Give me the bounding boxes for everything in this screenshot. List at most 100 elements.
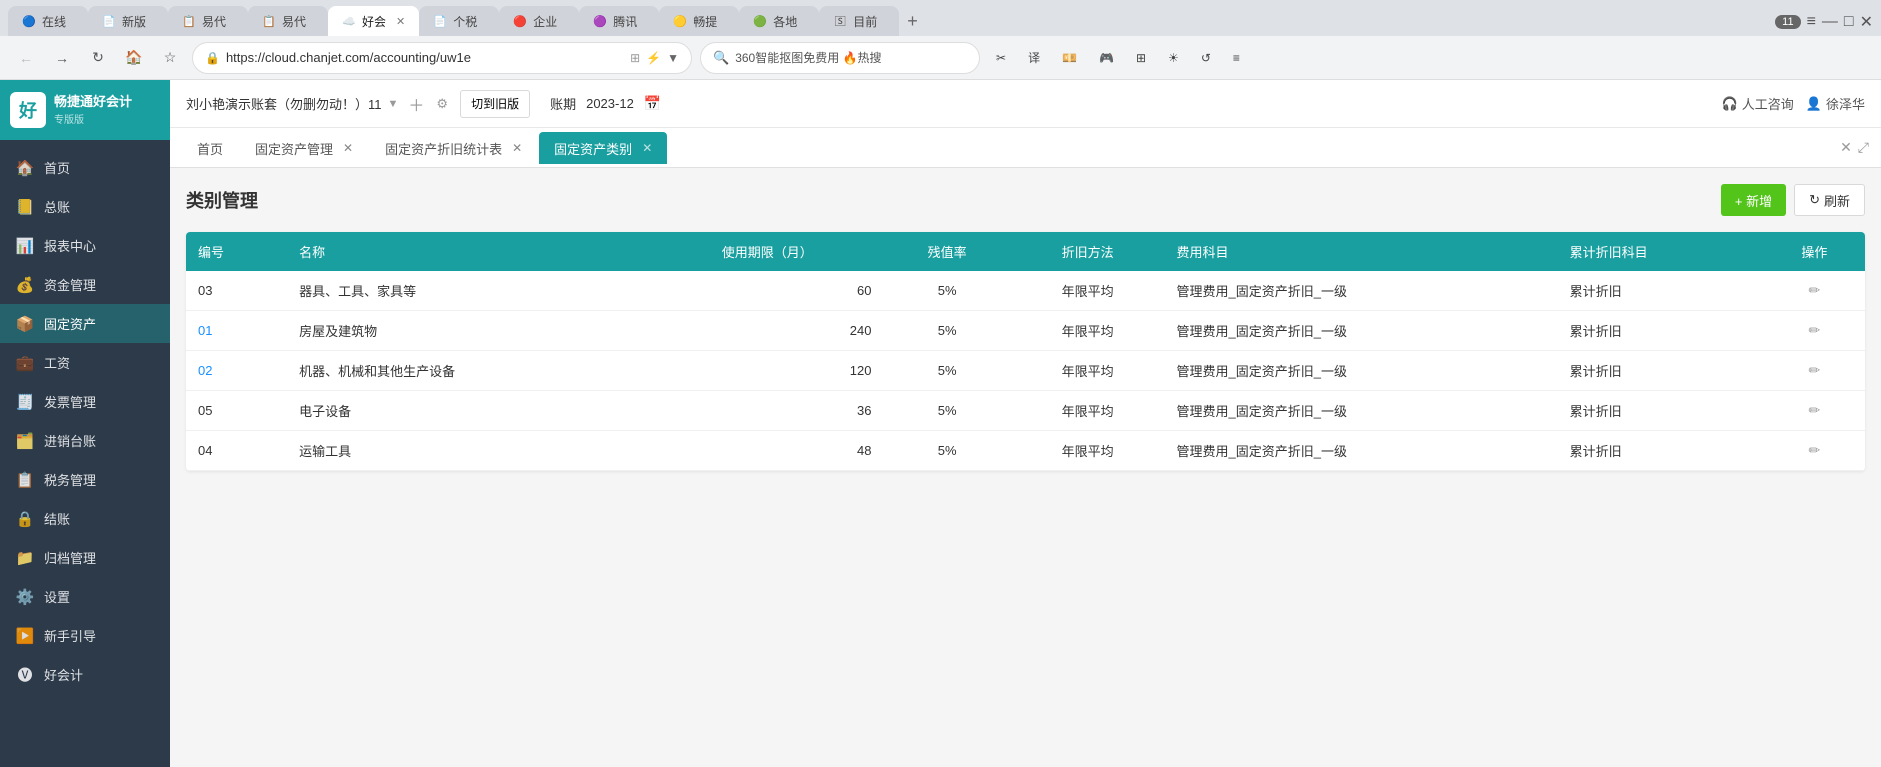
- browser-tab-2[interactable]: 📄 新版: [88, 6, 168, 36]
- edit-icon-2[interactable]: ✏: [1809, 362, 1821, 378]
- cell-expense-2: 管理费用_固定资产折旧_一级: [1165, 351, 1558, 391]
- tab-category-close[interactable]: ✕: [642, 141, 652, 155]
- browser-tab-4[interactable]: 📋 易代: [248, 6, 328, 36]
- sidebar-item-inventory[interactable]: 🗂️ 进销台账: [0, 421, 170, 460]
- sidebar-item-ledger[interactable]: 📒 总账: [0, 187, 170, 226]
- edit-icon-3[interactable]: ✏: [1809, 402, 1821, 418]
- grid-button[interactable]: ⊞: [1128, 44, 1154, 72]
- address-dropdown-icon[interactable]: ▼: [667, 51, 679, 65]
- switch-version-button[interactable]: 切到旧版: [460, 90, 530, 118]
- sidebar-item-reports[interactable]: 📊 报表中心: [0, 226, 170, 265]
- tab-favicon-6: 📄: [433, 14, 447, 28]
- forward-button[interactable]: →: [48, 44, 76, 72]
- translate-button[interactable]: 译: [1020, 44, 1048, 72]
- tab-depreciation[interactable]: 固定资产折旧统计表 ✕: [370, 132, 537, 164]
- settings-gear[interactable]: ⚙: [436, 96, 448, 112]
- tab-panel-close-icon[interactable]: ✕: [1840, 139, 1852, 156]
- browser-tab-3[interactable]: 📋 易代: [168, 6, 248, 36]
- menu-button[interactable]: ≡: [1225, 44, 1248, 72]
- page-header: 类别管理 + 新增 ↻ 刷新: [186, 184, 1865, 216]
- user-profile-action[interactable]: 👤 徐泽华: [1806, 94, 1865, 113]
- cell-method-1: 年限平均: [1011, 311, 1165, 351]
- edit-icon-0[interactable]: ✏: [1809, 282, 1821, 298]
- sidebar-item-guide[interactable]: ▶️ 新手引导: [0, 616, 170, 655]
- sidebar-item-tax[interactable]: 📋 税务管理: [0, 460, 170, 499]
- tab-close-5[interactable]: ✕: [396, 15, 405, 28]
- refresh-button[interactable]: ↻ 刷新: [1794, 184, 1865, 216]
- tab-menu-icon[interactable]: ≡: [1807, 13, 1816, 31]
- cell-action-3: ✏: [1764, 391, 1865, 431]
- consult-label: 人工咨询: [1742, 94, 1794, 113]
- sidebar-label-invoice: 发票管理: [44, 392, 96, 411]
- browser-tab-8[interactable]: 🟣 腾讯: [579, 6, 659, 36]
- user-info: 刘小艳演示账套（勿删勿动！）11 ▼ ＋: [186, 92, 424, 116]
- cell-action-2: ✏: [1764, 351, 1865, 391]
- new-tab-button[interactable]: +: [899, 6, 926, 36]
- sidebar-item-fixed-assets[interactable]: 📦 固定资产: [0, 304, 170, 343]
- browser-tab-5[interactable]: ☁️ 好会 ✕: [328, 6, 419, 36]
- tax-icon: 📋: [16, 471, 34, 489]
- sidebar-item-more[interactable]: 🅥 好会计: [0, 655, 170, 694]
- sidebar-item-home[interactable]: 🏠 首页: [0, 148, 170, 187]
- search-icon: 🔍: [713, 50, 729, 66]
- game-button[interactable]: 🎮: [1091, 44, 1122, 72]
- tab-depreciation-close[interactable]: ✕: [512, 141, 522, 155]
- cut-button[interactable]: ✂: [988, 44, 1014, 72]
- browser-tab-1[interactable]: 🔵 在线: [8, 6, 88, 36]
- browser-tab-10[interactable]: 🟢 各地: [739, 6, 819, 36]
- toolbar-actions: ✂ 译 💴 🎮 ⊞ ☀ ↺ ≡: [988, 44, 1248, 72]
- tab-favicon-3: 📋: [182, 14, 196, 28]
- reload-button[interactable]: ↻: [84, 44, 112, 72]
- address-bar[interactable]: 🔒 https://cloud.chanjet.com/accounting/u…: [192, 42, 692, 74]
- tab-fixed-mgmt[interactable]: 固定资产管理 ✕: [240, 132, 368, 164]
- tab-panel-expand-icon[interactable]: ⤢: [1858, 139, 1869, 156]
- search-bar[interactable]: 🔍 360智能抠图免费用 🔥热搜: [700, 42, 980, 74]
- add-button[interactable]: + 新增: [1721, 184, 1786, 216]
- tab-home[interactable]: 首页: [182, 132, 238, 164]
- col-method: 折旧方法: [1011, 232, 1165, 271]
- browser-tabs: 🔵 在线 📄 新版 📋 易代 📋 易代 ☁️ 好会 ✕ 📄 个税 🔴 企业: [0, 0, 1881, 36]
- sidebar-item-funds[interactable]: 💰 资金管理: [0, 265, 170, 304]
- home-button[interactable]: 🏠: [120, 44, 148, 72]
- back-button[interactable]: ←: [12, 44, 40, 72]
- sidebar-label-guide: 新手引导: [44, 626, 96, 645]
- cell-depreciation-2: 累计折旧: [1558, 351, 1764, 391]
- more-icon: 🅥: [16, 666, 34, 684]
- browser-tab-9[interactable]: 🟡 畅提: [659, 6, 739, 36]
- tab-label-1: 在线: [42, 13, 66, 30]
- maximize-icon[interactable]: □: [1844, 13, 1854, 31]
- minimize-icon[interactable]: —: [1822, 13, 1838, 31]
- calendar-icon[interactable]: 📅: [644, 95, 661, 112]
- tab-category[interactable]: 固定资产类别 ✕: [539, 132, 667, 164]
- sidebar-nav: 🏠 首页 📒 总账 📊 报表中心 💰 资金管理 📦 固定资产: [0, 140, 170, 767]
- table-header: 编号 名称 使用期限（月） 残值率 折旧方法 费用科目 累计折旧科目 操作: [186, 232, 1865, 271]
- user-dropdown-icon[interactable]: ▼: [388, 98, 399, 110]
- content-area: 首页 固定资产管理 ✕ 固定资产折旧统计表 ✕ 固定资产类别 ✕: [170, 128, 1881, 767]
- address-devices-icon: ⊞: [630, 51, 640, 65]
- sidebar-item-payroll[interactable]: 💼 工资: [0, 343, 170, 382]
- close-window-icon[interactable]: ✕: [1860, 12, 1873, 32]
- sidebar-item-settings[interactable]: ⚙️ 设置: [0, 577, 170, 616]
- code-link-2[interactable]: 02: [198, 363, 212, 378]
- sidebar-item-closing[interactable]: 🔒 结账: [0, 499, 170, 538]
- cell-depreciation-3: 累计折旧: [1558, 391, 1764, 431]
- tab-favicon-1: 🔵: [22, 14, 36, 28]
- browser-tab-7[interactable]: 🔴 企业: [499, 6, 579, 36]
- add-account-icon[interactable]: ＋: [408, 92, 424, 116]
- code-link-1[interactable]: 01: [198, 323, 212, 338]
- edit-icon-4[interactable]: ✏: [1809, 442, 1821, 458]
- browser-tab-6[interactable]: 📄 个税: [419, 6, 499, 36]
- brightness-button[interactable]: ☀: [1160, 44, 1187, 72]
- bookmark-button[interactable]: ☆: [156, 44, 184, 72]
- browser-tab-11[interactable]: 🅂 目前: [819, 6, 899, 36]
- consult-action[interactable]: 🎧 人工咨询: [1722, 94, 1794, 113]
- undo-button[interactable]: ↺: [1193, 44, 1219, 72]
- wallet-button[interactable]: 💴: [1054, 44, 1085, 72]
- table-row: 05 电子设备 36 5% 年限平均 管理费用_固定资产折旧_一级 累计折旧 ✏: [186, 391, 1865, 431]
- cell-expense-4: 管理费用_固定资产折旧_一级: [1165, 431, 1558, 471]
- sidebar-item-archive[interactable]: 📁 归档管理: [0, 538, 170, 577]
- edit-icon-1[interactable]: ✏: [1809, 322, 1821, 338]
- cell-name-2: 机器、机械和其他生产设备: [287, 351, 651, 391]
- sidebar-item-invoice[interactable]: 🧾 发票管理: [0, 382, 170, 421]
- tab-fixed-mgmt-close[interactable]: ✕: [343, 141, 353, 155]
